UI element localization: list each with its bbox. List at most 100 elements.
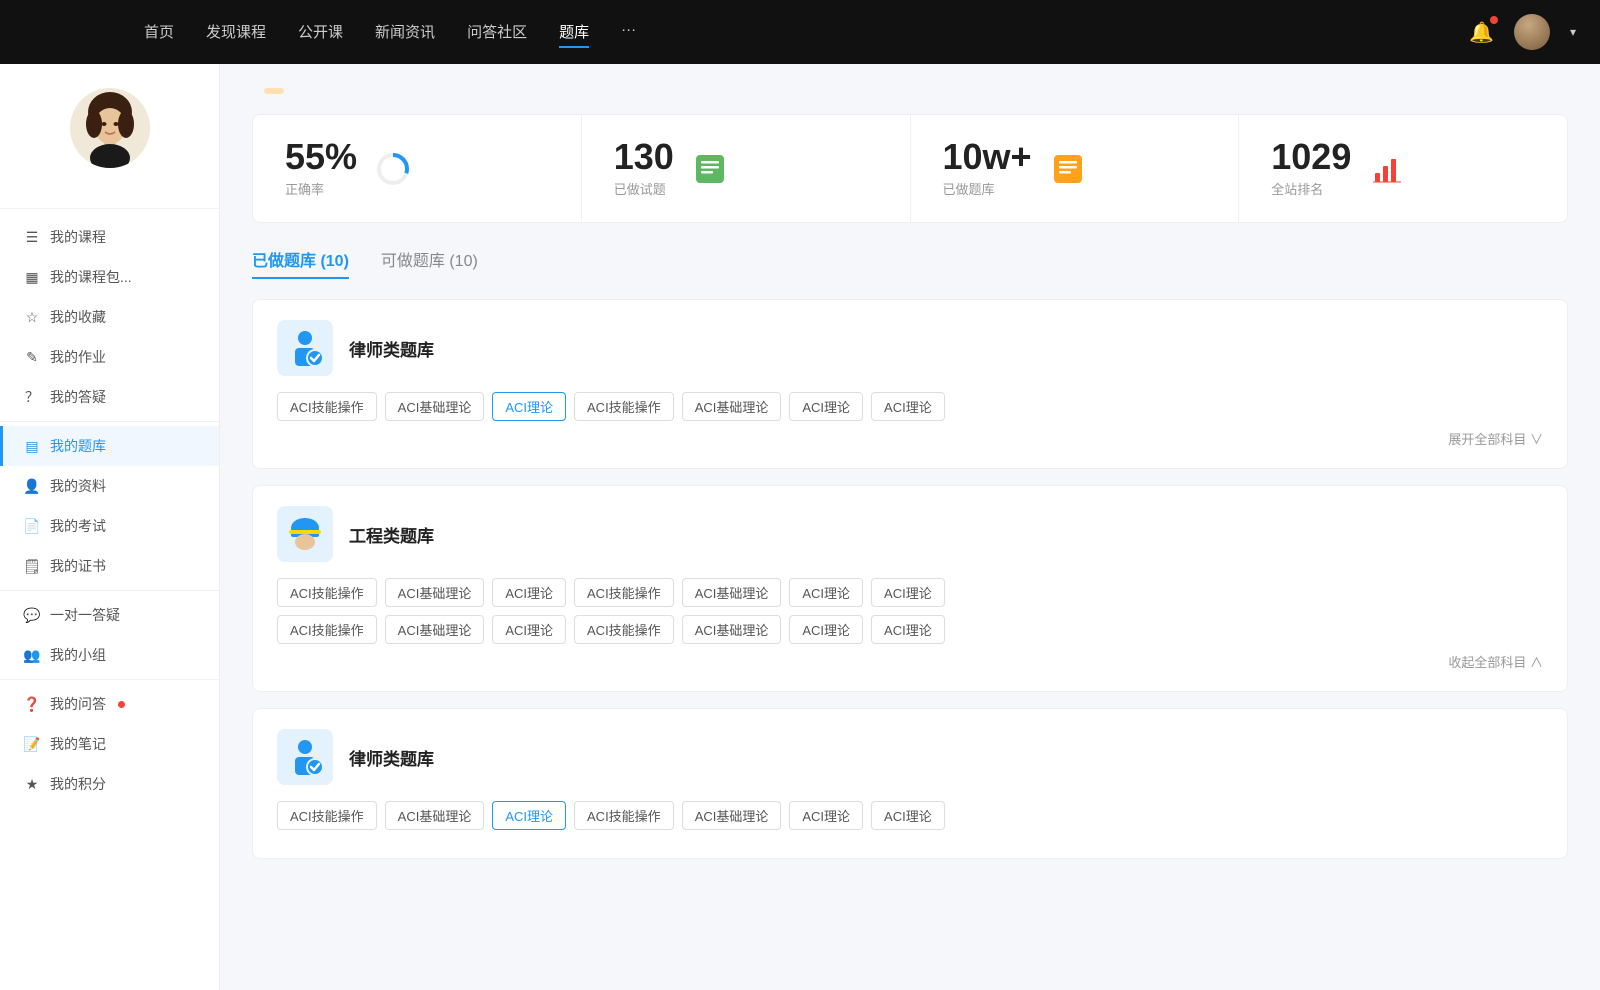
nav-menu-item[interactable]: 公开课	[298, 17, 343, 48]
tab-1[interactable]: 可做题库 (10)	[381, 247, 478, 279]
bank-card-header: 律师类题库	[277, 320, 1543, 376]
bank-card-title: 工程类题库	[349, 522, 434, 547]
tags-row-1: ACI技能操作ACI基础理论ACI理论ACI技能操作ACI基础理论ACI理论AC…	[277, 578, 1543, 607]
stat-number-2: 10w+	[943, 139, 1032, 175]
sidebar-item-label: 我的问答	[50, 694, 106, 714]
tag-3[interactable]: ACI技能操作	[574, 801, 674, 830]
tag-1[interactable]: ACI基础理论	[385, 578, 485, 607]
tag-row2-6[interactable]: ACI理论	[871, 615, 945, 644]
tag-5[interactable]: ACI理论	[789, 392, 863, 421]
tag-1[interactable]: ACI基础理论	[385, 392, 485, 421]
tag-row2-5[interactable]: ACI理论	[789, 615, 863, 644]
notification-dot	[118, 701, 125, 708]
bar-chart-icon	[1367, 149, 1407, 189]
nav-menu-item[interactable]: 发现课程	[206, 17, 266, 48]
tag-5[interactable]: ACI理论	[789, 578, 863, 607]
cert-icon: 🗒	[24, 558, 40, 574]
tag-4[interactable]: ACI基础理论	[682, 578, 782, 607]
stat-number-1: 130	[614, 139, 674, 175]
sidebar-item-我的考试[interactable]: 📄我的考试	[0, 506, 219, 546]
tag-6[interactable]: ACI理论	[871, 392, 945, 421]
tag-1[interactable]: ACI基础理论	[385, 801, 485, 830]
sidebar-item-我的笔记[interactable]: 📝我的笔记	[0, 724, 219, 764]
stat-item-3: 1029全站排名	[1239, 115, 1567, 222]
donut-icon	[373, 149, 413, 189]
sidebar-item-我的小组[interactable]: 👥我的小组	[0, 635, 219, 675]
bank-card-1: 工程类题库ACI技能操作ACI基础理论ACI理论ACI技能操作ACI基础理论AC…	[252, 485, 1568, 692]
nav-menu-item[interactable]: 问答社区	[467, 17, 527, 48]
bank-card-0: 律师类题库ACI技能操作ACI基础理论ACI理论ACI技能操作ACI基础理论AC…	[252, 299, 1568, 469]
trial-badge	[264, 88, 284, 94]
sidebar-item-我的问答[interactable]: ❓我的问答	[0, 684, 219, 724]
tag-6[interactable]: ACI理论	[871, 801, 945, 830]
tag-row2-4[interactable]: ACI基础理论	[682, 615, 782, 644]
sidebar-item-我的积分[interactable]: ★我的积分	[0, 764, 219, 804]
sidebar-menu: ☰我的课程▦我的课程包...☆我的收藏✎我的作业？我的答疑 ▤我的题库 👤 我的资料 📄…	[0, 209, 219, 812]
sidebar-item-label: 我的资料	[50, 476, 106, 496]
sidebar-item-label: 一对一答疑	[50, 605, 120, 625]
tag-2[interactable]: ACI理论	[492, 801, 566, 830]
sidebar-item-我的课程包...[interactable]: ▦我的课程包...	[0, 257, 219, 297]
tag-2[interactable]: ACI理论	[492, 392, 566, 421]
sidebar-item-我的题库[interactable]: ▤我的题库	[0, 426, 219, 466]
sidebar-item-label: 我的课程	[50, 227, 106, 247]
nav-menu-item[interactable]: 新闻资讯	[375, 17, 435, 48]
sidebar-profile	[0, 88, 219, 209]
note-list-icon	[690, 149, 730, 189]
bank-card-header: 工程类题库	[277, 506, 1543, 562]
tag-0[interactable]: ACI技能操作	[277, 801, 377, 830]
sidebar-item-我的收藏[interactable]: ☆我的收藏	[0, 297, 219, 337]
tags-row-2: ACI技能操作ACI基础理论ACI理论ACI技能操作ACI基础理论ACI理论AC…	[277, 615, 1543, 644]
notification-bell[interactable]: 🔔	[1469, 20, 1494, 45]
score-icon: ★	[24, 776, 40, 792]
nav-menu-item[interactable]: 首页	[144, 17, 174, 48]
tag-5[interactable]: ACI理论	[789, 801, 863, 830]
engineer-icon	[277, 506, 333, 562]
tag-row2-1[interactable]: ACI基础理论	[385, 615, 485, 644]
tag-4[interactable]: ACI基础理论	[682, 801, 782, 830]
tag-3[interactable]: ACI技能操作	[574, 578, 674, 607]
stat-label-2: 已做题库	[943, 179, 1032, 198]
notification-badge	[1490, 16, 1498, 24]
tag-4[interactable]: ACI基础理论	[682, 392, 782, 421]
tag-row2-0[interactable]: ACI技能操作	[277, 615, 377, 644]
sidebar-item-我的证书[interactable]: 🗒 我的证书	[0, 546, 219, 586]
avatar-dropdown-arrow[interactable]: ▾	[1570, 25, 1576, 39]
sidebar-item-label: 我的考试	[50, 516, 106, 536]
tab-0[interactable]: 已做题库 (10)	[252, 247, 349, 279]
expand-link-1[interactable]: 收起全部科目 ∧	[277, 652, 1543, 671]
sidebar-item-label: 我的证书	[50, 556, 106, 576]
tag-0[interactable]: ACI技能操作	[277, 392, 377, 421]
bank-icon: ▤	[24, 438, 40, 454]
tag-row2-3[interactable]: ACI技能操作	[574, 615, 674, 644]
sidebar-item-我的课程[interactable]: ☰我的课程	[0, 217, 219, 257]
tag-2[interactable]: ACI理论	[492, 578, 566, 607]
nav-right: 🔔 ▾	[1449, 14, 1576, 50]
tag-0[interactable]: ACI技能操作	[277, 578, 377, 607]
stat-label-0: 正确率	[285, 179, 357, 198]
nav-menu-item[interactable]: ···	[621, 17, 636, 48]
tag-row2-2[interactable]: ACI理论	[492, 615, 566, 644]
user-avatar[interactable]	[1514, 14, 1550, 50]
stat-item-2: 10w+ 已做题库	[911, 115, 1240, 222]
sidebar-item-label: 我的笔记	[50, 734, 106, 754]
orange-list-icon	[1048, 149, 1088, 189]
main-layout: ☰我的课程▦我的课程包...☆我的收藏✎我的作业？我的答疑 ▤我的题库 👤 我的资料 📄…	[0, 64, 1600, 990]
chat-icon: 💬	[24, 607, 40, 623]
sidebar-item-我的资料[interactable]: 👤 我的资料	[0, 466, 219, 506]
sidebar-item-label: 我的课程包...	[50, 267, 132, 287]
main-content: 55%正确率 130已做试题 10w+已做题库 1029全站排名 已做题库 (1…	[220, 64, 1600, 990]
bank-card-title: 律师类题库	[349, 336, 434, 361]
sidebar-item-我的作业[interactable]: ✎我的作业	[0, 337, 219, 377]
lawyer-icon	[277, 320, 333, 376]
expand-link-0[interactable]: 展开全部科目 ∨	[277, 429, 1543, 448]
stats-row: 55%正确率 130已做试题 10w+已做题库 1029全站排名	[252, 114, 1568, 223]
stat-item-0: 55%正确率	[253, 115, 582, 222]
tag-3[interactable]: ACI技能操作	[574, 392, 674, 421]
people-icon: 👤	[24, 478, 40, 494]
sidebar-item-我的答疑[interactable]: ？我的答疑	[0, 377, 219, 417]
nav-menu-item[interactable]: 题库	[559, 17, 589, 48]
tag-6[interactable]: ACI理论	[871, 578, 945, 607]
sidebar-avatar	[70, 88, 150, 168]
sidebar-item-一对一答疑[interactable]: 💬 一对一答疑	[0, 595, 219, 635]
